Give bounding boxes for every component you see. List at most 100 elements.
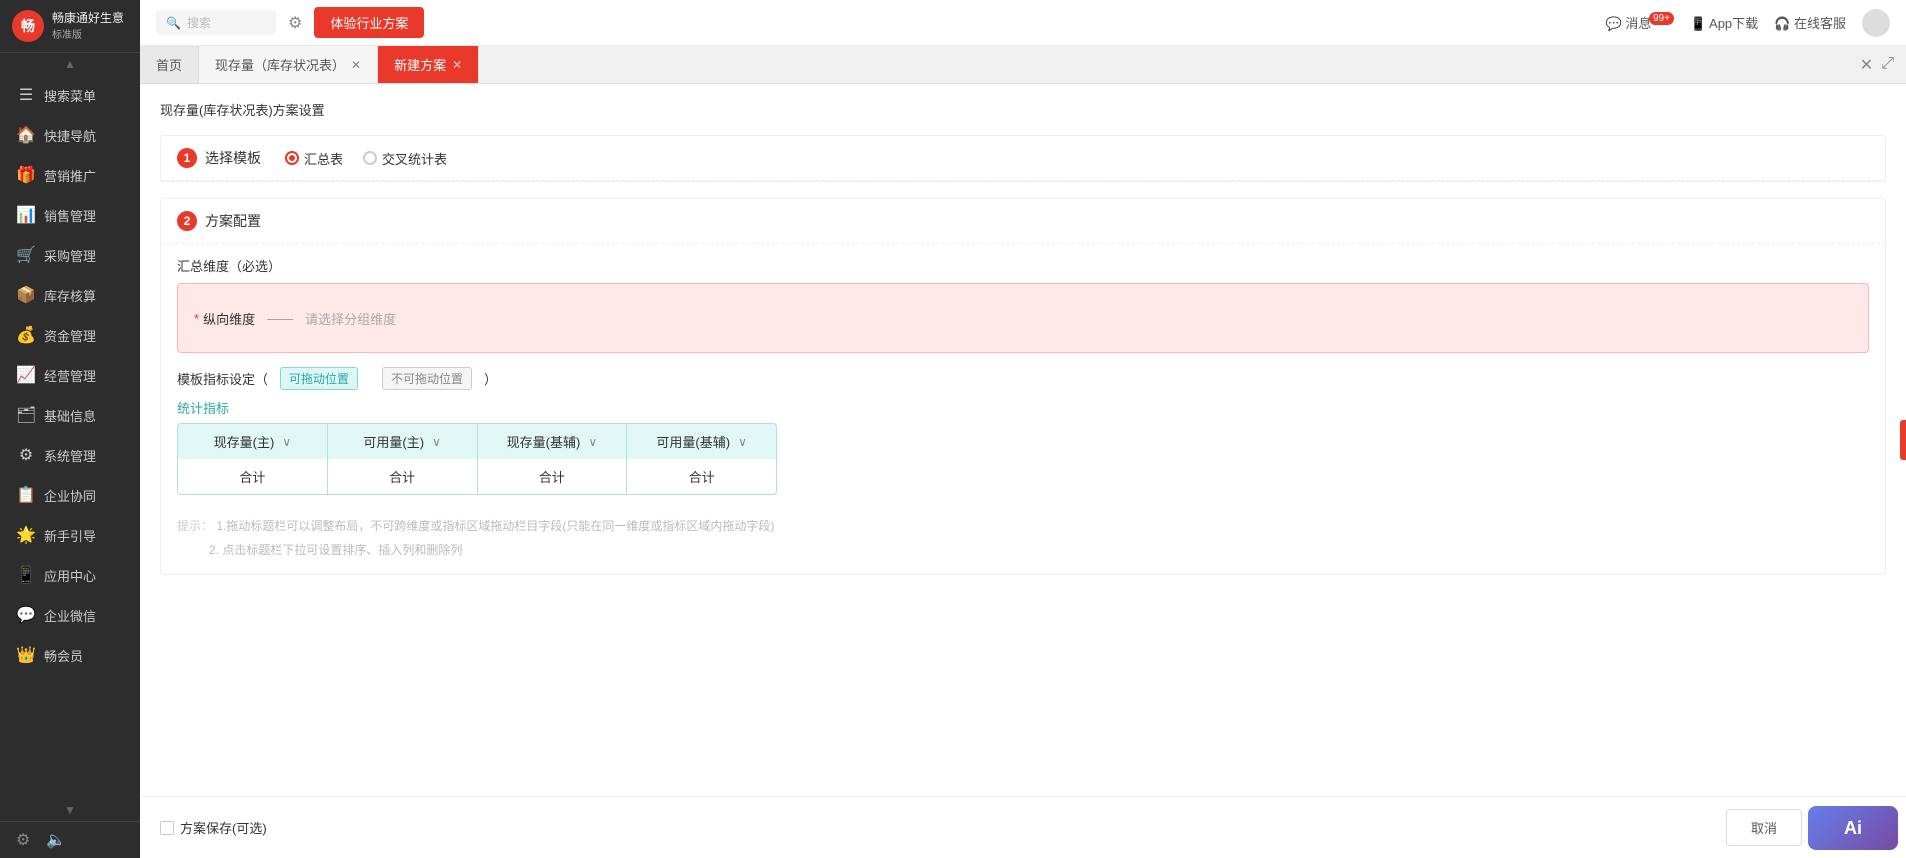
radio-summary-table[interactable]: 汇总表 xyxy=(285,149,343,168)
chevron-0[interactable]: ∨ xyxy=(282,435,291,449)
section2-body: 汇总维度（必选） * 纵向维度 —— 请选择分组维度 模板指标设定（ 可拖动位置… xyxy=(161,244,1885,574)
settings-icon[interactable]: ⚙ xyxy=(16,830,30,850)
stats-data-2: 合计 xyxy=(478,459,628,494)
messages-label: 消息 xyxy=(1625,16,1651,31)
sidebar-menu: ☰ 搜索菜单 🏠 快捷导航 🎁 营销推广 📊 销售管理 🛒 采购管理 📦 库存核… xyxy=(0,75,140,799)
sidebar-item-label: 快捷导航 xyxy=(44,126,96,145)
tab-new-plan-label: 新建方案 xyxy=(394,55,446,74)
stats-header-1[interactable]: 可用量(主) ∨ xyxy=(328,424,478,459)
stats-data-3: 合计 xyxy=(627,459,776,494)
chevron-2[interactable]: ∨ xyxy=(588,435,597,449)
gear-menu-icon: ⚙ xyxy=(16,445,36,465)
tab-inventory-label: 现存量（库存状况表） xyxy=(215,55,345,74)
sidebar-item-collab[interactable]: 📋 企业协同 xyxy=(0,475,140,515)
sidebar-item-basic-info[interactable]: 🗂 基础信息 xyxy=(0,395,140,435)
sidebar-item-label: 营销推广 xyxy=(44,166,96,185)
radio-summary-dot xyxy=(285,151,299,165)
chevron-1[interactable]: ∨ xyxy=(432,435,441,449)
radio-cross-label: 交叉统计表 xyxy=(382,149,447,168)
folder-icon: 🗂 xyxy=(16,405,36,425)
stats-table: 现存量(主) ∨ 可用量(主) ∨ 现存量(基辅) ∨ xyxy=(177,423,777,495)
sidebar-scroll-down[interactable]: ▼ xyxy=(0,799,140,821)
sidebar-item-label: 库存核算 xyxy=(44,286,96,305)
app-download-btn[interactable]: 📱 App下载 xyxy=(1690,13,1758,32)
tab-expand-icon[interactable]: ⤢ xyxy=(1881,55,1894,75)
tabbar-actions: ✕ ⤢ xyxy=(1848,55,1906,75)
radio-cross-table[interactable]: 交叉统计表 xyxy=(363,149,447,168)
sidebar-item-finance[interactable]: 💰 资金管理 xyxy=(0,315,140,355)
audio-icon[interactable]: 🔈 xyxy=(46,830,66,850)
sidebar-item-label: 资金管理 xyxy=(44,326,96,345)
sidebar-item-label: 搜索菜单 xyxy=(44,86,96,105)
dimension-box[interactable]: * 纵向维度 —— 请选择分组维度 xyxy=(177,283,1869,353)
section2-title: 方案配置 xyxy=(205,211,261,231)
draggable-badge: 可拖动位置 xyxy=(280,367,358,390)
sidebar-item-guide[interactable]: 🌟 新手引导 xyxy=(0,515,140,555)
online-service-btn[interactable]: 🎧 在线客服 xyxy=(1774,13,1846,32)
clipboard-icon: 📋 xyxy=(16,485,36,505)
sidebar-item-member[interactable]: 👑 畅会员 xyxy=(0,635,140,675)
stats-header-3[interactable]: 可用量(基辅) ∨ xyxy=(627,424,776,459)
sidebar-item-sales[interactable]: 📊 销售管理 xyxy=(0,195,140,235)
stats-header-2[interactable]: 现存量(基辅) ∨ xyxy=(478,424,628,459)
page-title: 现存量(库存状况表)方案设置 xyxy=(160,100,1886,119)
tab-home[interactable]: 首页 xyxy=(140,46,199,83)
stats-header-0[interactable]: 现存量(主) ∨ xyxy=(178,424,328,459)
sidebar-item-system[interactable]: ⚙ 系统管理 xyxy=(0,435,140,475)
tab-inventory[interactable]: 现存量（库存状况表） ✕ xyxy=(199,46,378,83)
dimension-arrow: —— xyxy=(267,311,293,326)
sidebar-item-wechat[interactable]: 💬 企业微信 xyxy=(0,595,140,635)
section1-header: 1 选择模板 汇总表 交叉统计表 xyxy=(161,136,1885,181)
template-indicator-row: 模板指标设定（ 可拖动位置 不可拖动位置 ） xyxy=(177,367,1869,390)
stats-header-row: 现存量(主) ∨ 可用量(主) ∨ 现存量(基辅) ∨ xyxy=(178,424,776,459)
save-checkbox[interactable] xyxy=(160,821,174,835)
app-download-label: App下载 xyxy=(1709,16,1758,31)
search-bar[interactable]: 🔍 搜索 xyxy=(156,10,276,35)
dimension-field-label: 纵向维度 xyxy=(203,309,255,328)
section1-num: 1 xyxy=(177,148,197,168)
sidebar-item-purchase[interactable]: 🛒 采购管理 xyxy=(0,235,140,275)
resize-handle[interactable] xyxy=(1900,420,1906,460)
sidebar-item-label: 基础信息 xyxy=(44,406,96,425)
tab-new-plan-close[interactable]: ✕ xyxy=(452,58,462,72)
template-suffix: ） xyxy=(484,369,497,388)
cancel-button[interactable]: 取消 xyxy=(1726,809,1802,846)
search-menu-icon: ☰ xyxy=(16,85,36,105)
tab-close-all-icon[interactable]: ✕ xyxy=(1860,55,1873,75)
sidebar-bottom: ⚙ 🔈 xyxy=(0,821,140,858)
sidebar-item-label: 系统管理 xyxy=(44,446,96,465)
sidebar: 畅 畅康通好生意 标准版 ▲ ☰ 搜索菜单 🏠 快捷导航 🎁 营销推广 📊 销售… xyxy=(0,0,140,858)
template-indicator-label: 模板指标设定（ xyxy=(177,369,268,388)
topbar: 🔍 搜索 ⚙ 体验行业方案 💬 消息 99+ 📱 App下载 🎧 在线客服 xyxy=(140,0,1906,46)
section1-title: 选择模板 xyxy=(205,148,261,168)
ai-badge[interactable]: Ai xyxy=(1808,806,1898,850)
save-option[interactable]: 方案保存(可选) xyxy=(160,818,267,837)
cart-icon: 🛒 xyxy=(16,245,36,265)
sidebar-item-search[interactable]: ☰ 搜索菜单 xyxy=(0,75,140,115)
topbar-gear-icon[interactable]: ⚙ xyxy=(288,13,302,33)
sidebar-item-management[interactable]: 📈 经营管理 xyxy=(0,355,140,395)
sidebar-item-marketing[interactable]: 🎁 营销推广 xyxy=(0,155,140,195)
tab-new-plan[interactable]: 新建方案 ✕ xyxy=(378,46,479,83)
chat-icon: 💬 xyxy=(16,605,36,625)
sidebar-item-apps[interactable]: 📱 应用中心 xyxy=(0,555,140,595)
chevron-3[interactable]: ∨ xyxy=(738,435,747,449)
stats-title: 统计指标 xyxy=(177,398,1869,417)
bottom-bar: 方案保存(可选) 取消 查询 xyxy=(140,796,1906,858)
radio-summary-label: 汇总表 xyxy=(304,149,343,168)
stats-data-row: 合计 合计 合计 合计 xyxy=(178,459,776,494)
sidebar-item-inventory[interactable]: 📦 库存核算 xyxy=(0,275,140,315)
messages-btn[interactable]: 💬 消息 99+ xyxy=(1606,13,1674,32)
app-logo: 畅 畅康通好生意 标准版 xyxy=(0,0,140,53)
try-industry-btn[interactable]: 体验行业方案 xyxy=(314,7,424,38)
box-icon: 📦 xyxy=(16,285,36,305)
sidebar-item-nav[interactable]: 🏠 快捷导航 xyxy=(0,115,140,155)
tab-inventory-close[interactable]: ✕ xyxy=(351,58,361,72)
user-avatar[interactable] xyxy=(1862,9,1890,37)
star-icon: 🌟 xyxy=(16,525,36,545)
sidebar-scroll-up[interactable]: ▲ xyxy=(0,53,140,75)
analytics-icon: 📈 xyxy=(16,365,36,385)
section-choose-template: 1 选择模板 汇总表 交叉统计表 xyxy=(160,135,1886,182)
sidebar-item-label: 经营管理 xyxy=(44,366,96,385)
section2-num: 2 xyxy=(177,211,197,231)
